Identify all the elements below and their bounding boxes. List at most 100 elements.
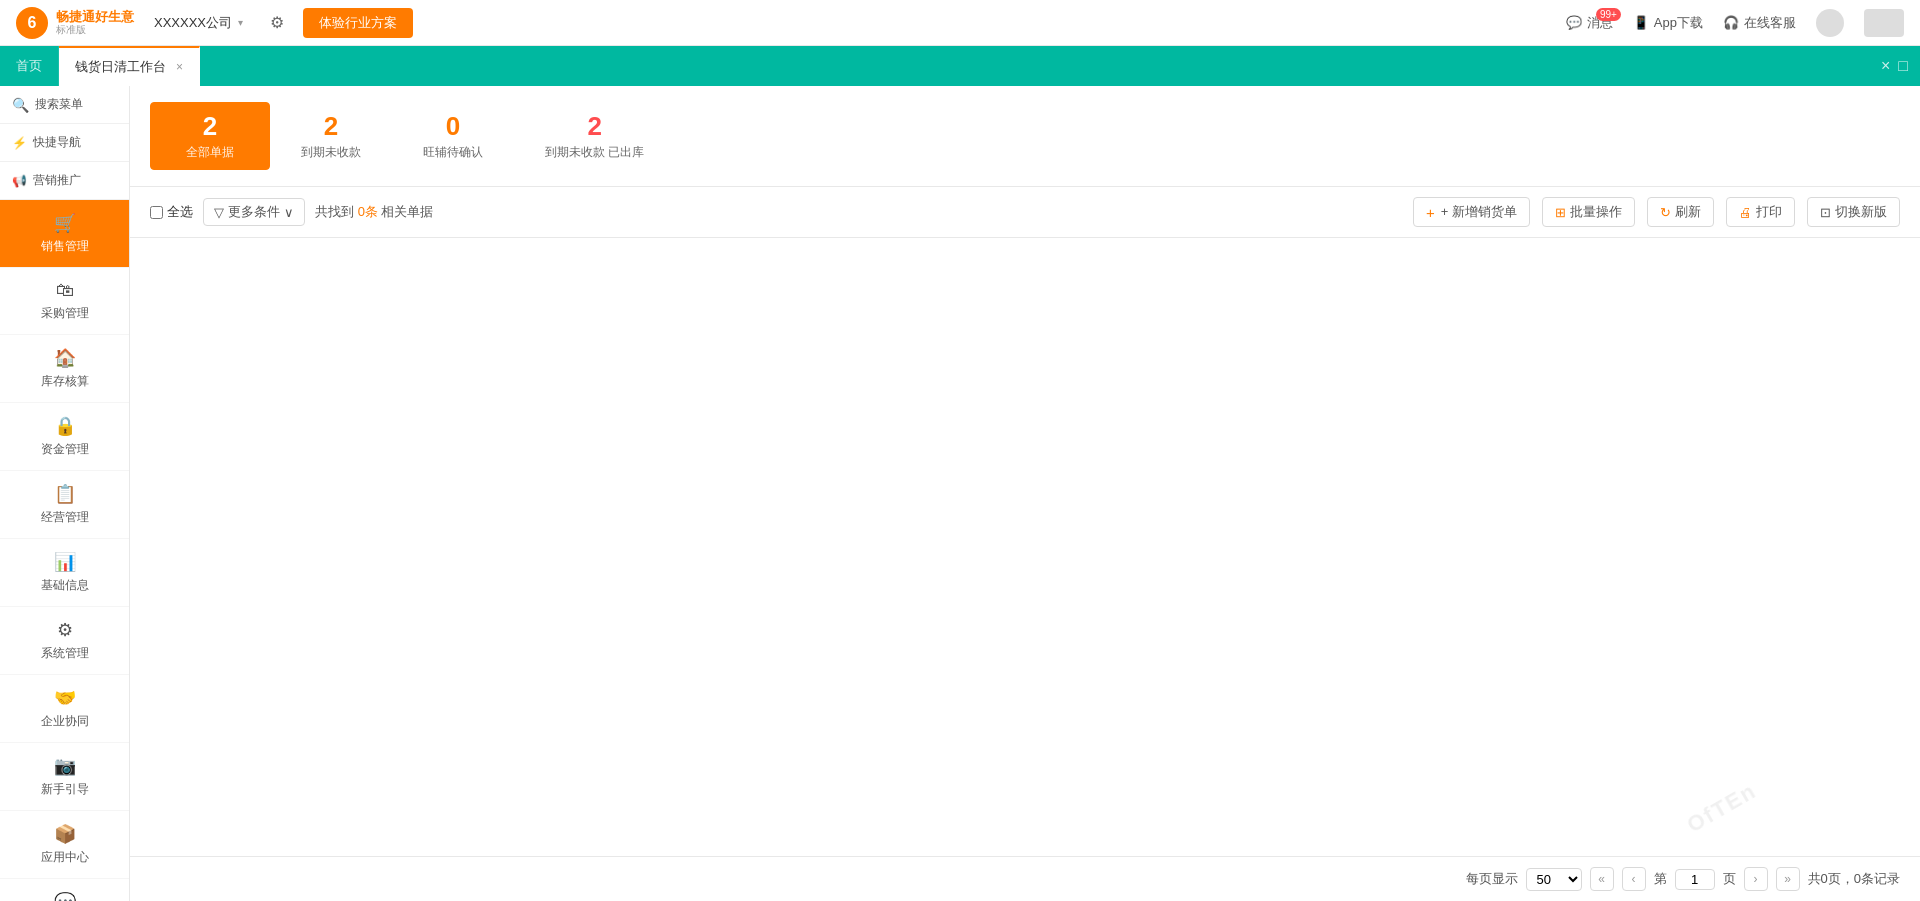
basic-icon: 📊 xyxy=(54,551,76,573)
sidebar-item-system[interactable]: ⚙系统管理 xyxy=(0,607,129,675)
prev-page-button[interactable]: ‹ xyxy=(1622,867,1646,891)
sales-icon: 🛒 xyxy=(54,212,76,234)
sidebar-search[interactable]: 🔍 搜索菜单 xyxy=(0,86,129,124)
wechat-icon: 💬 xyxy=(54,891,76,901)
add-sales-order-button[interactable]: + + 新增销货单 xyxy=(1413,197,1530,227)
per-page-select[interactable]: 50100200 xyxy=(1526,868,1582,891)
sidebar-label: 销售管理 xyxy=(41,238,89,255)
card-count: 2 xyxy=(203,111,217,142)
sidebar-item-inventory[interactable]: 🏠库存核算 xyxy=(0,335,129,403)
print-button[interactable]: 🖨 打印 xyxy=(1726,197,1795,227)
toolbar: 全选 ▽ 更多条件 ∨ 共找到 0条 相关单据 + + 新增销货单 xyxy=(130,187,1920,238)
headset-icon: 🎧 xyxy=(1723,15,1739,30)
sidebar-item-wechat[interactable]: 💬企业微信 xyxy=(0,879,129,901)
sidebar-label: 新手引导 xyxy=(41,781,89,798)
sidebar-item-sales[interactable]: 🛒 销售管理 xyxy=(0,200,129,268)
pagination: 每页显示 50100200 « ‹ 第 页 › » 共0页，0条记录 xyxy=(130,856,1920,901)
more-filters-button[interactable]: ▽ 更多条件 ∨ xyxy=(203,198,305,226)
close-window-icon[interactable]: × xyxy=(1881,57,1890,75)
phone-icon: 📱 xyxy=(1633,15,1649,30)
logo-title: 畅捷通好生意 xyxy=(56,9,134,25)
message-badge: 99+ xyxy=(1596,8,1621,21)
messages-button[interactable]: 💬 消息 99+ xyxy=(1566,14,1613,32)
switch-icon: ⊡ xyxy=(1820,205,1831,220)
purchase-icon: 🛍 xyxy=(56,280,74,301)
add-label: + 新增销货单 xyxy=(1441,203,1517,221)
header-right: 💬 消息 99+ 📱 App下载 🎧 在线客服 xyxy=(1566,9,1904,37)
trial-button[interactable]: 体验行业方案 xyxy=(303,8,413,38)
sidebar-label: 基础信息 xyxy=(41,577,89,594)
page-suffix: 页 xyxy=(1723,870,1736,888)
app-download-button[interactable]: 📱 App下载 xyxy=(1633,14,1703,32)
nav-tabs: 首页 钱货日清工作台 × × □ xyxy=(0,46,1920,86)
sidebar-item-guide[interactable]: 📷 新手引导 xyxy=(0,743,129,811)
company-selector[interactable]: XXXXXX公司 ▾ xyxy=(146,10,251,36)
next-page-icon: › xyxy=(1754,872,1758,886)
sidebar-quick-nav[interactable]: ⚡ 快捷导航 xyxy=(0,124,129,162)
logo-text: 畅捷通好生意 标准版 xyxy=(56,9,134,37)
sidebar-label: 应用中心 xyxy=(41,849,89,866)
logo-icon: 6 xyxy=(16,7,48,39)
sidebar-item-purchase[interactable]: 🛍采购管理 xyxy=(0,268,129,335)
select-all-checkbox[interactable]: 全选 xyxy=(150,203,193,221)
summary-card-0[interactable]: 2全部单据 xyxy=(150,102,270,170)
result-text: 共找到 0条 相关单据 xyxy=(315,203,433,221)
expand-window-icon[interactable]: □ xyxy=(1898,57,1908,75)
select-all-input[interactable] xyxy=(150,206,163,219)
tab-home[interactable]: 首页 xyxy=(0,46,59,86)
batch-operations-button[interactable]: ⊞ 批量操作 xyxy=(1542,197,1635,227)
sidebar-item-basic[interactable]: 📊 基础信息 xyxy=(0,539,129,607)
sidebar-label: 库存核算 xyxy=(41,373,89,390)
page-input[interactable] xyxy=(1675,869,1715,890)
sidebar-item-finance[interactable]: 🔒资金管理 xyxy=(0,403,129,471)
tab-workbench[interactable]: 钱货日清工作台 × xyxy=(59,46,200,86)
main-layout: 🔍 搜索菜单 ⚡ 快捷导航 📢 营销推广 🛒 销售管理 🛍采购管理🏠库存核算🔒资金管… xyxy=(0,86,1920,901)
header-left: 6 畅捷通好生意 标准版 XXXXXX公司 ▾ ⚙ 体验行业方案 xyxy=(16,7,413,39)
chevron-down-icon: ▾ xyxy=(238,17,243,28)
close-tab-icon[interactable]: × xyxy=(176,60,183,74)
summary-cards: 2全部单据2到期未收款0旺辅待确认2到期未收款 已出库 xyxy=(130,86,1920,187)
summary-card-2[interactable]: 0旺辅待确认 xyxy=(392,102,514,170)
finance-icon: 🔒 xyxy=(54,415,76,437)
operations-icon: 📋 xyxy=(54,483,76,505)
page-label: 第 xyxy=(1654,870,1667,888)
sidebar: 🔍 搜索菜单 ⚡ 快捷导航 📢 营销推广 🛒 销售管理 🛍采购管理🏠库存核算🔒资金管… xyxy=(0,86,130,901)
dropdown-icon: ∨ xyxy=(284,205,294,220)
logo-area: 6 畅捷通好生意 标准版 xyxy=(16,7,134,39)
first-page-button[interactable]: « xyxy=(1590,867,1614,891)
last-page-button[interactable]: » xyxy=(1776,867,1800,891)
switch-version-button[interactable]: ⊡ 切换新版 xyxy=(1807,197,1900,227)
sidebar-items: 🛒 销售管理 🛍采购管理🏠库存核算🔒资金管理📋经营管理 📊 基础信息 ⚙系统管理🤝企业协同… xyxy=(0,200,129,901)
last-page-icon: » xyxy=(1784,872,1791,886)
summary-card-3[interactable]: 2 到期未收款 已出库 xyxy=(514,102,675,170)
sidebar-item-operations[interactable]: 📋经营管理 xyxy=(0,471,129,539)
settings-icon[interactable]: ⚙ xyxy=(263,9,291,37)
filter-icon: ▽ xyxy=(214,205,224,220)
first-page-icon: « xyxy=(1598,872,1605,886)
prev-page-icon: ‹ xyxy=(1632,872,1636,886)
content-area: 2全部单据2到期未收款0旺辅待确认2到期未收款 已出库 全选 ▽ 更多条件 ∨ … xyxy=(130,86,1920,901)
card-label: 旺辅待确认 xyxy=(423,144,483,161)
card-label: 到期未收款 xyxy=(301,144,361,161)
sidebar-promo[interactable]: 📢 营销推广 xyxy=(0,162,129,200)
per-page-label: 每页显示 xyxy=(1466,870,1518,888)
toolbar-right: + + 新增销货单 ⊞ 批量操作 ↻ 刷新 🖨 打印 ⊡ 切换新版 xyxy=(1413,197,1900,227)
logo-subtitle: 标准版 xyxy=(56,24,134,36)
sidebar-item-apps[interactable]: 📦应用中心 xyxy=(0,811,129,879)
toolbar-left: 全选 ▽ 更多条件 ∨ 共找到 0条 相关单据 xyxy=(150,198,433,226)
sidebar-item-enterprise[interactable]: 🤝企业协同 xyxy=(0,675,129,743)
sidebar-label: 企业协同 xyxy=(41,713,89,730)
guide-icon: 📷 xyxy=(54,755,76,777)
next-page-button[interactable]: › xyxy=(1744,867,1768,891)
card-label: 到期未收款 已出库 xyxy=(545,144,644,161)
user-name-area[interactable] xyxy=(1864,9,1904,37)
sidebar-label: 系统管理 xyxy=(41,645,89,662)
plus-icon: + xyxy=(1426,204,1435,221)
summary-card-1[interactable]: 2到期未收款 xyxy=(270,102,392,170)
table-area xyxy=(130,238,1920,856)
search-icon: 🔍 xyxy=(12,97,29,113)
refresh-button[interactable]: ↻ 刷新 xyxy=(1647,197,1714,227)
online-service-button[interactable]: 🎧 在线客服 xyxy=(1723,14,1796,32)
card-count: 2 xyxy=(587,111,601,142)
avatar[interactable] xyxy=(1816,9,1844,37)
